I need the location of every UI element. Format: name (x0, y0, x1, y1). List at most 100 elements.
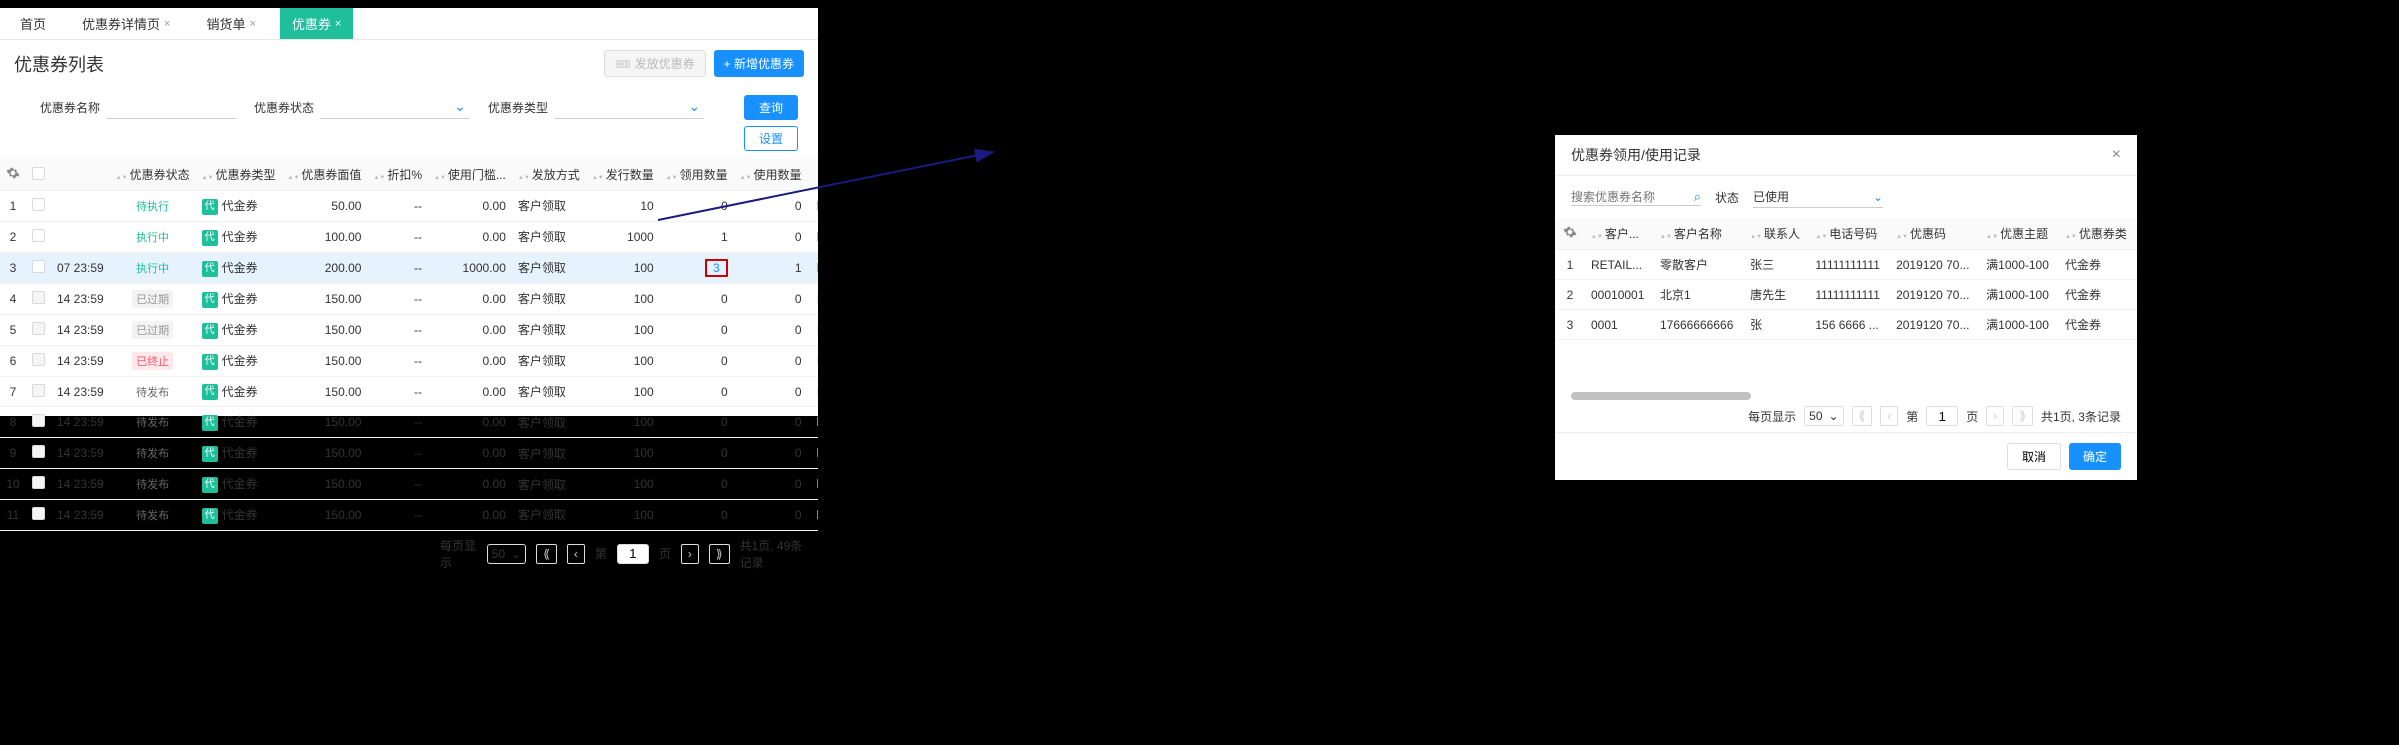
row-checkbox[interactable] (26, 376, 51, 407)
row-checkbox[interactable] (26, 345, 51, 376)
row-index: 2 (1555, 280, 1585, 310)
cancel-button[interactable]: 取消 (2007, 443, 2061, 470)
row-checkbox[interactable] (26, 314, 51, 345)
last-page-button[interactable]: ⟫ (2012, 406, 2033, 426)
next-page-button[interactable]: › (681, 544, 699, 564)
close-icon[interactable]: × (164, 18, 170, 30)
status-select[interactable]: 已使用 ⌄ (1753, 186, 1883, 208)
table-row[interactable]: 6 14 23:59 已终止 代代金券 150.00 -- 0.00 客户领取 … (0, 345, 818, 376)
tab-detail[interactable]: 优惠券详情页× (70, 8, 182, 39)
search-button[interactable]: 查询 (744, 95, 798, 120)
total-label: 共1页, 49条记录 (740, 537, 806, 571)
row-checkbox[interactable] (26, 407, 51, 438)
col-type[interactable]: ▲▼优惠券类 (2059, 218, 2137, 250)
per-page-select[interactable]: 50⌄ (487, 544, 526, 564)
horizontal-scrollbar[interactable] (1571, 392, 1751, 400)
table-row[interactable]: 10 14 23:59 待发布 代代金券 150.00 -- 0.00 客户领取… (0, 469, 818, 500)
row-checkbox[interactable] (26, 221, 51, 252)
close-icon[interactable]: × (2112, 146, 2121, 164)
col-issue-qty[interactable]: ▲▼发行数量 (586, 159, 660, 191)
issue-coupon-button[interactable]: 🎟发放优惠券 (604, 50, 705, 77)
table-row[interactable]: 1 RETAIL... 零散客户 张三 11111111111 2019120 … (1555, 250, 2137, 280)
table-row[interactable]: 4 14 23:59 已过期 代代金券 150.00 -- 0.00 客户领取 … (0, 283, 818, 314)
last-page-button[interactable]: ⟫ (709, 544, 730, 564)
col-gear[interactable] (1555, 218, 1585, 250)
share-icon: ⇱ (817, 292, 818, 306)
confirm-button[interactable]: 确定 (2069, 443, 2121, 470)
checkbox[interactable] (32, 229, 45, 242)
row-discount: -- (367, 499, 428, 530)
row-receive-qty: 0 (660, 499, 734, 530)
first-page-button[interactable]: ⟪ (536, 544, 557, 564)
checkbox[interactable] (32, 198, 45, 211)
tab-coupon[interactable]: 优惠券× (280, 8, 353, 39)
receive-qty-link[interactable]: 3 (705, 259, 728, 277)
checkbox[interactable] (32, 384, 45, 397)
row-checkbox[interactable] (26, 191, 51, 222)
tab-sales[interactable]: 销货单× (194, 8, 267, 39)
row-status: 待发布 (110, 438, 196, 469)
checkbox[interactable] (32, 260, 45, 273)
table-row[interactable]: 2 00010001 北京1 唐先生 11111111111 2019120 7… (1555, 280, 2137, 310)
page-input[interactable] (617, 544, 649, 564)
col-checkbox[interactable] (26, 159, 51, 191)
table-row[interactable]: 5 14 23:59 已过期 代代金券 150.00 -- 0.00 客户领取 … (0, 314, 818, 345)
table-row[interactable]: 7 14 23:59 待发布 代代金券 150.00 -- 0.00 客户领取 … (0, 376, 818, 407)
first-page-button[interactable]: ⟪ (1852, 406, 1873, 426)
prev-page-button[interactable]: ‹ (567, 544, 585, 564)
col-cust-name[interactable]: ▲▼客户名称 (1654, 218, 1744, 250)
coupon-status-select[interactable]: ⌄ (320, 95, 470, 119)
checkbox[interactable] (32, 353, 45, 366)
col-discount[interactable]: ▲▼折扣% (367, 159, 428, 191)
search-icon[interactable]: ⌕ (1694, 189, 1701, 205)
table-row[interactable]: 3 0001 17666666666 张 156 6666 ... 201912… (1555, 310, 2137, 340)
checkbox[interactable] (32, 322, 45, 335)
table-row[interactable]: 11 14 23:59 待发布 代代金券 150.00 -- 0.00 客户领取… (0, 499, 818, 530)
row-checkbox[interactable] (26, 499, 51, 530)
row-checkbox[interactable] (26, 283, 51, 314)
close-icon[interactable]: × (335, 18, 341, 30)
page-input[interactable] (1926, 406, 1958, 426)
row-checkbox[interactable] (26, 438, 51, 469)
coupon-name-input[interactable] (106, 95, 236, 119)
tab-home[interactable]: 首页 (8, 8, 58, 39)
checkbox[interactable] (32, 291, 45, 304)
row-checkbox[interactable] (26, 252, 51, 283)
per-page-select[interactable]: 50⌄ (1804, 406, 1843, 426)
row-status: 待发布 (110, 469, 196, 500)
coupon-type-select[interactable]: ⌄ (554, 95, 704, 119)
annotation-arrow (658, 148, 1000, 228)
share-icon[interactable]: ⇱ (817, 230, 818, 244)
col-topic[interactable]: ▲▼优惠主题 (1980, 218, 2059, 250)
row-threshold: 0.00 (428, 221, 512, 252)
row-checkbox[interactable] (26, 469, 51, 500)
prev-page-button[interactable]: ‹ (1880, 406, 1898, 426)
next-page-button[interactable]: › (1986, 406, 2004, 426)
col-threshold[interactable]: ▲▼使用门槛... (428, 159, 512, 191)
checkbox[interactable] (32, 476, 45, 489)
table-row[interactable]: 3 07 23:59 执行中 代代金券 200.00 -- 1000.00 客户… (0, 252, 818, 283)
col-method[interactable]: ▲▼发放方式 (512, 159, 586, 191)
col-face[interactable]: ▲▼优惠券面值 (282, 159, 368, 191)
checkbox[interactable] (32, 507, 45, 520)
col-contact[interactable]: ▲▼联系人 (1744, 218, 1809, 250)
checkbox[interactable] (32, 445, 45, 458)
row-time: 14 23:59 (51, 407, 110, 438)
col-code[interactable]: ▲▼优惠码 (1890, 218, 1980, 250)
close-icon[interactable]: × (249, 18, 255, 30)
table-row[interactable]: 9 14 23:59 待发布 代代金券 150.00 -- 0.00 客户领取 … (0, 438, 818, 469)
col-type[interactable]: ▲▼优惠券类型 (196, 159, 282, 191)
add-coupon-button[interactable]: + 新增优惠券 (714, 50, 804, 77)
checkbox[interactable] (32, 167, 45, 180)
type-badge-icon: 代 (202, 508, 218, 524)
search-input[interactable] (1571, 190, 1671, 204)
table-row[interactable]: 8 14 23:59 待发布 代代金券 150.00 -- 0.00 客户领取 … (0, 407, 818, 438)
col-status[interactable]: ▲▼优惠券状态 (110, 159, 196, 191)
checkbox[interactable] (32, 414, 45, 427)
col-phone[interactable]: ▲▼电话号码 (1809, 218, 1890, 250)
col-gear[interactable] (0, 159, 26, 191)
modal-search[interactable]: ⌕ (1571, 189, 1701, 206)
page-label: 页 (659, 545, 671, 562)
share-icon[interactable]: ⇱ (817, 261, 818, 275)
col-cust-no[interactable]: ▲▼客户... (1585, 218, 1654, 250)
